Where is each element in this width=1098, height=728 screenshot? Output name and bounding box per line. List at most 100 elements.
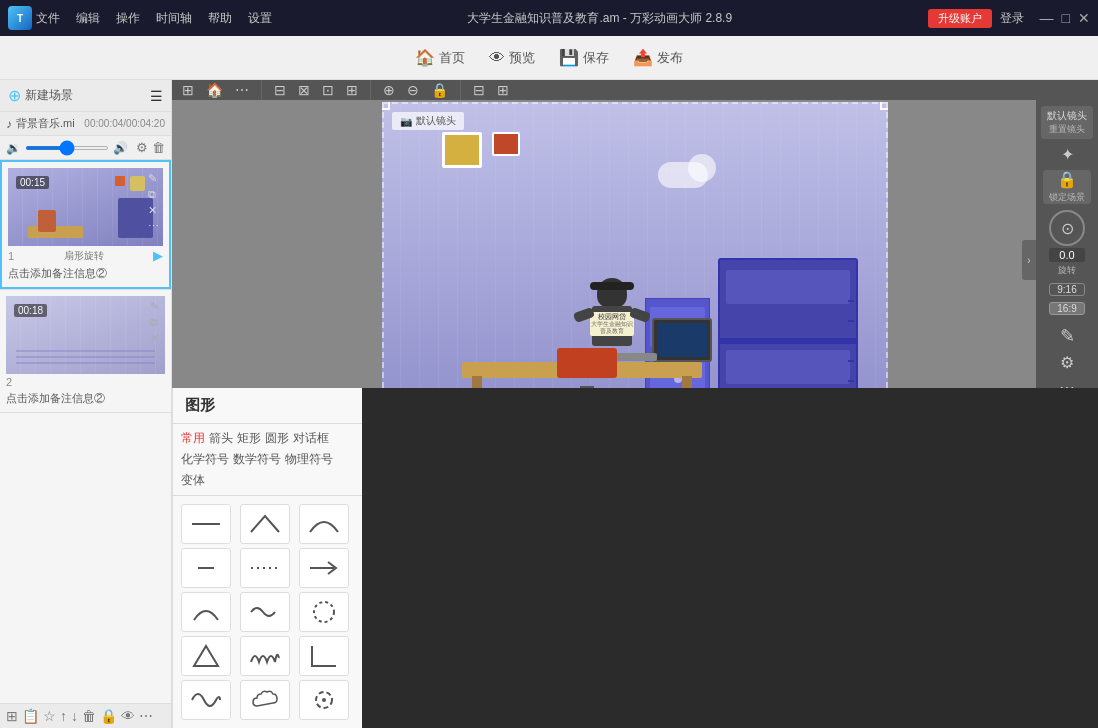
canvas-tool-2[interactable]: ⚙ (1060, 353, 1074, 372)
canvas-btn-layers[interactable]: ⊟ (270, 80, 290, 100)
shape-grid (173, 496, 362, 728)
menu-file[interactable]: 文件 (36, 10, 60, 27)
canvas-btn-grid[interactable]: ⊞ (178, 80, 198, 100)
scene-action-more-1[interactable]: ⋯ (148, 220, 159, 233)
center-area: ⊞ 🏠 ⋯ ⊟ ⊠ ⊡ ⊞ ⊕ ⊖ 🔒 ⊟ ⊞ (172, 80, 1098, 728)
more-scene-btn[interactable]: ⋯ (139, 708, 153, 724)
selection-handle-tl[interactable] (380, 100, 390, 110)
cat-balloon[interactable]: 对话框 (293, 430, 329, 447)
lock-scene-ctrl[interactable]: 🔒 锁定场景 (1043, 170, 1091, 204)
reset-icon: 默认镜头 (1044, 109, 1090, 123)
shape-arrow-right[interactable] (299, 548, 349, 588)
reset-camera-btn[interactable]: 默认镜头 重置镜头 (1041, 106, 1093, 139)
monitor (652, 318, 712, 362)
add-scene-btn[interactable]: ⊞ (6, 708, 18, 724)
login-button[interactable]: 登录 (1000, 10, 1024, 27)
scene-action-delete-2[interactable]: ✕ (150, 332, 161, 345)
down-btn[interactable]: ↓ (71, 708, 78, 724)
eye-btn[interactable]: 👁 (121, 708, 135, 724)
canvas-btn-arrange[interactable]: ⊠ (294, 80, 314, 100)
scene-item-1[interactable]: 00:15 ✎ ⧉ ✕ ⋯ 1 扇形旋转 ▶ 点击添加备注信息② (0, 160, 171, 289)
rotate-dial[interactable]: ⊙ (1049, 210, 1085, 246)
scene-action-edit-2[interactable]: ✎ (150, 300, 161, 313)
delete-icon[interactable]: 🗑 (152, 140, 165, 155)
bg-music-time: 00:00:04/00:04:20 (84, 118, 165, 129)
cat-arrow[interactable]: 箭头 (209, 430, 233, 447)
shape-squiggle[interactable] (240, 636, 290, 676)
toolbar-save[interactable]: 💾 保存 (559, 48, 609, 67)
menu-operate[interactable]: 操作 (116, 10, 140, 27)
settings-icon[interactable]: ⚙ (136, 140, 148, 155)
shape-arc-wave[interactable] (240, 592, 290, 632)
canvas-toolbar: ⊞ 🏠 ⋯ ⊟ ⊠ ⊡ ⊞ ⊕ ⊖ 🔒 ⊟ ⊞ (172, 80, 1098, 100)
canvas-wrapper: 默认镜头 重置镜头 ✦ 🔒 锁定场景 ⊙ 0.0 (172, 100, 1098, 388)
up-btn[interactable]: ↑ (60, 708, 67, 724)
selection-handle-tr[interactable] (880, 100, 890, 110)
close-button[interactable]: ✕ (1078, 10, 1090, 26)
canvas-btn-home[interactable]: 🏠 (202, 80, 227, 100)
canvas-btn-distribute[interactable]: ⊞ (342, 80, 362, 100)
cat-circle[interactable]: 圆形 (265, 430, 289, 447)
app: T 文件 编辑 操作 时间轴 帮助 设置 大学生金融知识普及教育.am - 万彩… (0, 0, 1098, 728)
scene-background: 📷 默认镜头 (382, 102, 888, 388)
delete-scene-btn[interactable]: 🗑 (82, 708, 96, 724)
shape-cloud[interactable] (240, 680, 290, 720)
new-scene-button[interactable]: ⊕ 新建场景 (8, 86, 73, 105)
menu-settings[interactable]: 设置 (248, 10, 272, 27)
canvas-btn-more[interactable]: ⋯ (231, 80, 253, 100)
aspect-916-btn[interactable]: 9:16 (1049, 283, 1085, 296)
maximize-button[interactable]: □ (1062, 10, 1070, 26)
lock-scene-btn[interactable]: 🔒 (100, 708, 117, 724)
shape-line-short[interactable] (181, 548, 231, 588)
cat-rect[interactable]: 矩形 (237, 430, 261, 447)
import-btn[interactable]: 📋 (22, 708, 39, 724)
shape-corner[interactable] (299, 636, 349, 676)
scene-action-copy-1[interactable]: ⧉ (148, 188, 159, 201)
menu-edit[interactable]: 编辑 (76, 10, 100, 27)
canvas-btn-contract[interactable]: ⊞ (493, 80, 513, 100)
volume-slider[interactable] (25, 146, 109, 150)
canvas-btn-zoomout[interactable]: ⊖ (403, 80, 423, 100)
star-btn[interactable]: ☆ (43, 708, 56, 724)
scene-action-more-2[interactable]: ⋯ (150, 348, 161, 361)
shape-line-curve[interactable] (299, 504, 349, 544)
list-icon[interactable]: ☰ (150, 88, 163, 104)
main-toolbar: 🏠 首页 👁 预览 💾 保存 📤 发布 (0, 36, 1098, 80)
toolbar-home[interactable]: 🏠 首页 (415, 48, 465, 67)
scene-play-btn-1[interactable]: ▶ (153, 248, 163, 263)
aspect-169-btn[interactable]: 16:9 (1049, 302, 1085, 315)
cat-math[interactable]: 数学符号 (233, 451, 281, 468)
cat-physics[interactable]: 物理符号 (285, 451, 333, 468)
shape-line-angle[interactable] (240, 504, 290, 544)
canvas-more-btn[interactable]: ⋯ (1059, 378, 1075, 388)
cat-variant[interactable]: 变体 (181, 472, 205, 489)
main-canvas[interactable]: 📷 默认镜头 (380, 100, 890, 388)
scene-item-2[interactable]: 00:18 ✎ ⧉ ✕ ⋯ 2 点击添加备注信息② (0, 289, 171, 413)
edit-btn[interactable]: ✎ (1060, 325, 1075, 347)
scene-action-copy-2[interactable]: ⧉ (150, 316, 161, 329)
canvas-btn-lock[interactable]: 🔒 (427, 80, 452, 100)
shape-circle-dots[interactable] (299, 592, 349, 632)
shape-arc-open[interactable] (181, 592, 231, 632)
canvas-btn-align[interactable]: ⊡ (318, 80, 338, 100)
canvas-btn-expand[interactable]: ⊟ (469, 80, 489, 100)
expand-panel-btn[interactable]: › (1022, 240, 1036, 280)
toolbar-preview[interactable]: 👁 预览 (489, 49, 535, 67)
cat-chem[interactable]: 化学符号 (181, 451, 229, 468)
scene-action-edit-1[interactable]: ✎ (148, 172, 159, 185)
shape-wave[interactable] (181, 680, 231, 720)
scene-action-delete-1[interactable]: ✕ (148, 204, 159, 217)
desk-leg-r (682, 376, 692, 388)
menu-timeline[interactable]: 时间轴 (156, 10, 192, 27)
shape-dots-circle[interactable] (299, 680, 349, 720)
cat-common[interactable]: 常用 (181, 430, 205, 447)
canvas-tool-1[interactable]: ✦ (1061, 145, 1074, 164)
canvas-btn-zoomin[interactable]: ⊕ (379, 80, 399, 100)
minimize-button[interactable]: — (1040, 10, 1054, 26)
shape-line-straight[interactable] (181, 504, 231, 544)
toolbar-publish[interactable]: 📤 发布 (633, 48, 683, 67)
menu-help[interactable]: 帮助 (208, 10, 232, 27)
upgrade-button[interactable]: 升级账户 (928, 9, 992, 28)
shape-line-dots[interactable] (240, 548, 290, 588)
shape-triangle[interactable] (181, 636, 231, 676)
